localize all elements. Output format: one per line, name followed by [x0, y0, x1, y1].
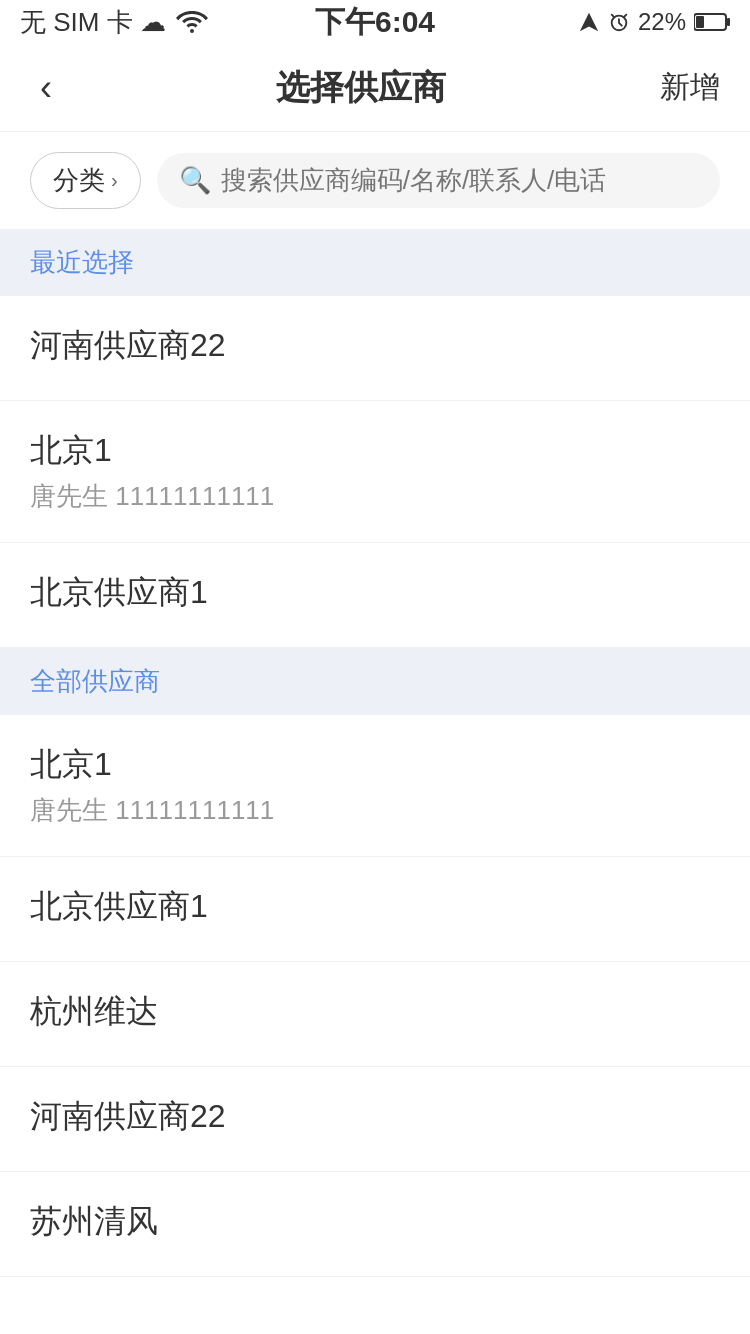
battery-label: 22% [638, 8, 686, 36]
item-name: 杭州维达 [30, 990, 720, 1034]
list-item[interactable]: 北京1 唐先生 11111111111 [0, 715, 750, 857]
all-list: 北京1 唐先生 11111111111 北京供应商1 杭州维达河南供应商22 苏州清风 [0, 715, 750, 1277]
recent-section-label: 最近选择 [30, 247, 134, 277]
wifi-icon [176, 11, 208, 33]
sim-label: 无 SIM 卡 ☁ [20, 5, 166, 40]
search-input[interactable] [221, 165, 698, 196]
list-item[interactable]: 河南供应商22 [0, 296, 750, 401]
item-name: 河南供应商22 [30, 1095, 720, 1139]
category-label: 分类 [53, 163, 105, 198]
item-name: 北京供应商1 [30, 885, 720, 929]
item-sub: 唐先生 11111111111 [30, 479, 720, 514]
item-name: 河南供应商22 [30, 324, 720, 368]
page-title: 选择供应商 [276, 65, 446, 111]
item-sub: 唐先生 11111111111 [30, 793, 720, 828]
list-item[interactable]: 河南供应商22 [0, 1067, 750, 1172]
status-left: 无 SIM 卡 ☁ [20, 5, 208, 40]
location-icon [578, 11, 600, 33]
filter-bar: 分类 › 🔍 [0, 132, 750, 229]
status-time: 下午6:04 [315, 2, 435, 43]
nav-bar: ‹ 选择供应商 新增 [0, 44, 750, 132]
back-button[interactable]: ‹ [30, 57, 62, 119]
list-item[interactable]: 北京供应商1 [0, 543, 750, 648]
status-right: 22% [578, 8, 730, 36]
list-item[interactable]: 杭州维达 [0, 962, 750, 1067]
category-button[interactable]: 分类 › [30, 152, 141, 209]
item-name: 苏州清风 [30, 1200, 720, 1244]
list-item[interactable]: 苏州清风 [0, 1172, 750, 1277]
recent-list: 河南供应商22 北京1 唐先生 11111111111 北京供应商1 [0, 296, 750, 648]
list-item[interactable]: 北京供应商1 [0, 857, 750, 962]
search-icon: 🔍 [179, 165, 211, 196]
all-section-label: 全部供应商 [30, 666, 160, 696]
recent-section-header: 最近选择 [0, 229, 750, 296]
chevron-right-icon: › [111, 169, 118, 192]
status-bar: 无 SIM 卡 ☁ 下午6:04 22% [0, 0, 750, 44]
item-name: 北京供应商1 [30, 571, 720, 615]
alarm-icon [608, 11, 630, 33]
add-button[interactable]: 新增 [660, 67, 720, 108]
svg-rect-3 [696, 16, 704, 28]
search-box[interactable]: 🔍 [157, 153, 720, 208]
svg-rect-2 [727, 18, 730, 26]
battery-icon [694, 13, 730, 31]
item-name: 北京1 [30, 429, 720, 473]
list-item[interactable]: 北京1 唐先生 11111111111 [0, 401, 750, 543]
all-section-header: 全部供应商 [0, 648, 750, 715]
item-name: 北京1 [30, 743, 720, 787]
